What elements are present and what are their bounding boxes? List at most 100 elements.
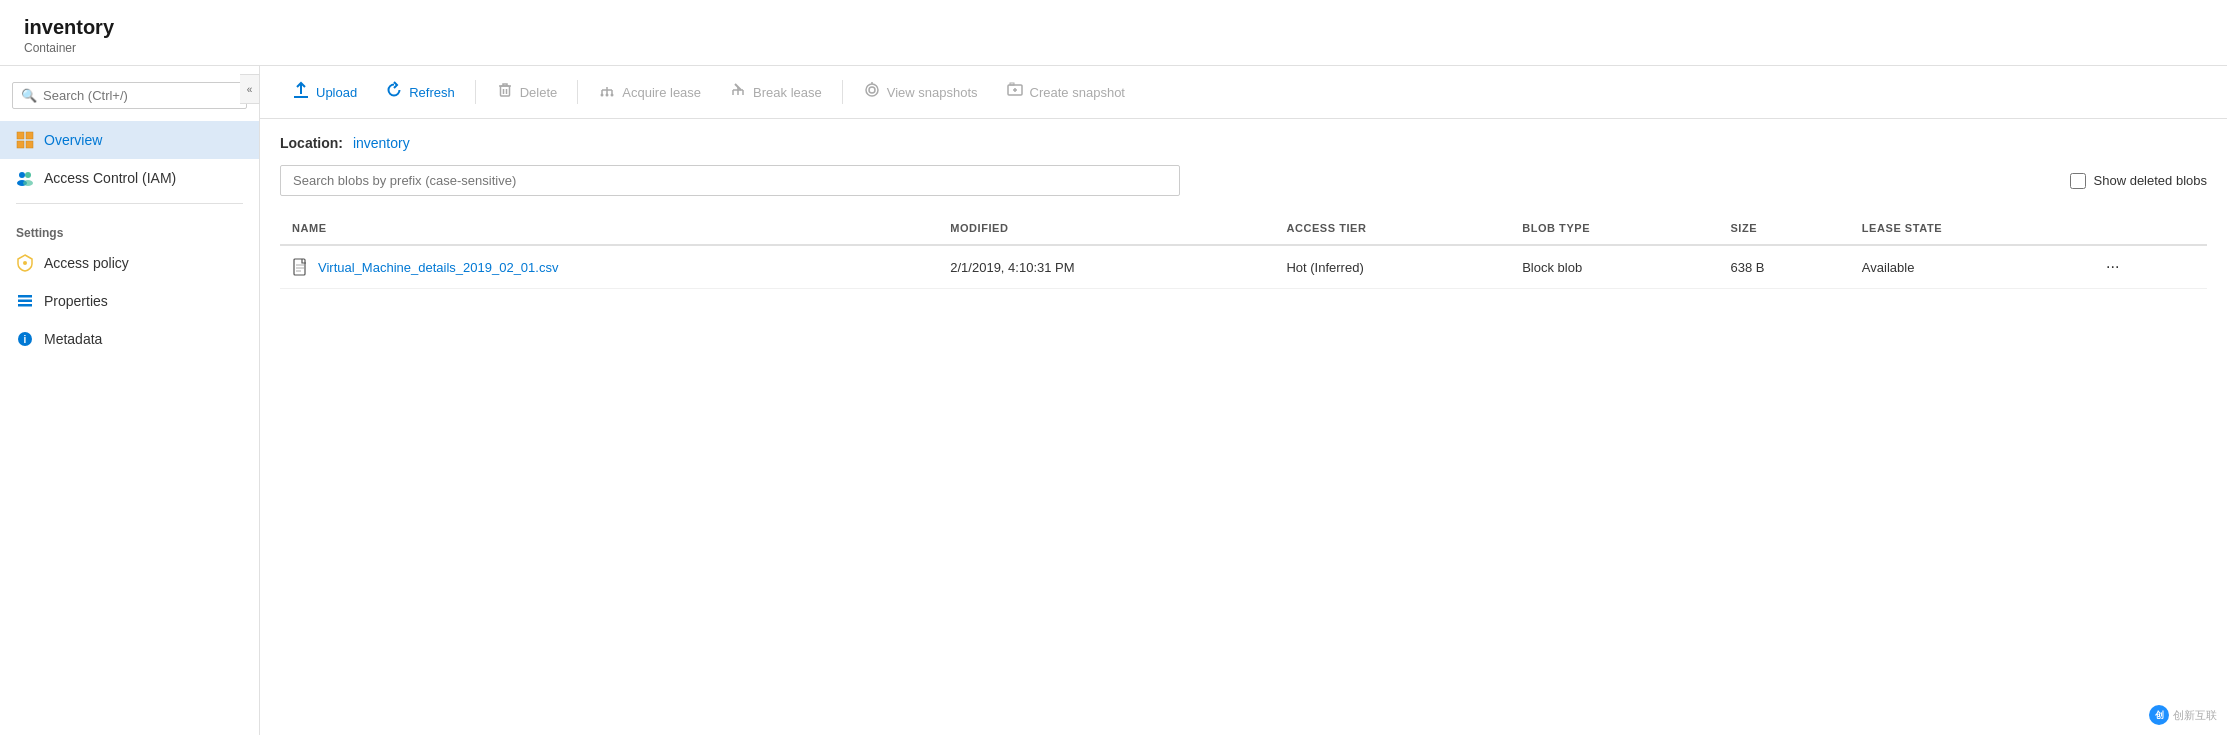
col-modified: MODIFIED xyxy=(938,212,1274,245)
sidebar-item-overview[interactable]: Overview xyxy=(0,121,259,159)
blob-file-icon xyxy=(292,258,310,276)
upload-icon xyxy=(292,81,310,103)
sidebar-item-iam-label: Access Control (IAM) xyxy=(44,170,176,186)
blob-name-link[interactable]: Virtual_Machine_details_2019_02_01.csv xyxy=(292,258,926,276)
location-value: inventory xyxy=(353,135,410,151)
main-layout: 🔍 Overview xyxy=(0,66,2227,735)
sidebar-item-access-policy-label: Access policy xyxy=(44,255,129,271)
page-title: inventory xyxy=(24,16,2203,39)
svg-point-8 xyxy=(23,261,27,265)
watermark-text: 创新互联 xyxy=(2173,708,2217,723)
svg-rect-0 xyxy=(17,132,24,139)
overview-icon xyxy=(16,131,34,149)
svg-rect-29 xyxy=(294,259,305,275)
svg-point-19 xyxy=(611,94,614,97)
content-body: Location: inventory Show deleted blobs N… xyxy=(260,119,2227,735)
row-more-button[interactable]: ··· xyxy=(2098,256,2127,278)
break-lease-icon xyxy=(729,81,747,103)
create-snapshot-icon xyxy=(1006,81,1024,103)
col-actions xyxy=(2086,212,2207,245)
sidebar-collapse-button[interactable]: « xyxy=(240,74,260,104)
cell-blob-type: Block blob xyxy=(1510,245,1718,289)
cell-size: 638 B xyxy=(1718,245,1849,289)
upload-label: Upload xyxy=(316,85,357,100)
table-header: NAME MODIFIED ACCESS TIER BLOB TYPE SIZE… xyxy=(280,212,2207,245)
delete-icon xyxy=(496,81,514,103)
create-snapshot-label: Create snapshot xyxy=(1030,85,1125,100)
svg-point-7 xyxy=(23,180,33,186)
upload-button[interactable]: Upload xyxy=(280,74,369,110)
properties-icon xyxy=(16,292,34,310)
sidebar-item-properties[interactable]: Properties xyxy=(0,282,259,320)
acquire-lease-button[interactable]: Acquire lease xyxy=(586,74,713,110)
col-blob-type: BLOB TYPE xyxy=(1510,212,1718,245)
sidebar-search-input[interactable] xyxy=(43,88,238,103)
delete-button[interactable]: Delete xyxy=(484,74,570,110)
sidebar-divider xyxy=(16,203,243,204)
svg-rect-9 xyxy=(18,295,32,298)
col-access-tier: ACCESS TIER xyxy=(1274,212,1510,245)
blobs-tbody: Virtual_Machine_details_2019_02_01.csv 2… xyxy=(280,245,2207,289)
cell-modified: 2/1/2019, 4:10:31 PM xyxy=(938,245,1274,289)
search-row: Show deleted blobs xyxy=(280,165,2207,196)
svg-rect-1 xyxy=(26,132,33,139)
toolbar-divider-1 xyxy=(475,80,476,104)
svg-point-20 xyxy=(606,94,609,97)
svg-text:i: i xyxy=(24,334,27,345)
show-deleted-container: Show deleted blobs xyxy=(2070,173,2207,189)
svg-rect-11 xyxy=(18,304,32,307)
delete-label: Delete xyxy=(520,85,558,100)
sidebar-item-overview-label: Overview xyxy=(44,132,102,148)
svg-rect-2 xyxy=(17,141,24,148)
blob-search-input[interactable] xyxy=(280,165,1180,196)
svg-point-4 xyxy=(19,172,25,178)
cell-name[interactable]: Virtual_Machine_details_2019_02_01.csv xyxy=(280,245,938,289)
svg-point-23 xyxy=(869,87,875,93)
svg-point-5 xyxy=(25,172,31,178)
toolbar-divider-3 xyxy=(842,80,843,104)
sidebar-search-box[interactable]: 🔍 xyxy=(12,82,247,109)
sidebar-item-access-policy[interactable]: Access policy xyxy=(0,244,259,282)
content-area: Upload Refresh xyxy=(260,66,2227,735)
break-lease-label: Break lease xyxy=(753,85,822,100)
sidebar-item-metadata-label: Metadata xyxy=(44,331,102,347)
col-size: SIZE xyxy=(1718,212,1849,245)
svg-rect-26 xyxy=(1010,83,1014,85)
view-snapshots-label: View snapshots xyxy=(887,85,978,100)
refresh-label: Refresh xyxy=(409,85,455,100)
sidebar-item-metadata[interactable]: i Metadata xyxy=(0,320,259,358)
sidebar-item-properties-label: Properties xyxy=(44,293,108,309)
view-snapshots-button[interactable]: View snapshots xyxy=(851,74,990,110)
cell-more[interactable]: ··· xyxy=(2086,245,2207,289)
svg-rect-15 xyxy=(500,86,509,96)
page-subtitle: Container xyxy=(24,41,2203,55)
col-name: NAME xyxy=(280,212,938,245)
sidebar-item-iam[interactable]: Access Control (IAM) xyxy=(0,159,259,197)
break-lease-button[interactable]: Break lease xyxy=(717,74,834,110)
toolbar-divider-2 xyxy=(577,80,578,104)
watermark: 创 创新互联 xyxy=(2149,705,2217,725)
svg-point-22 xyxy=(866,84,878,96)
settings-section-title: Settings xyxy=(0,210,259,244)
access-policy-icon xyxy=(16,254,34,272)
show-deleted-label: Show deleted blobs xyxy=(2094,173,2207,188)
svg-point-18 xyxy=(601,94,604,97)
blob-name-text: Virtual_Machine_details_2019_02_01.csv xyxy=(318,260,558,275)
metadata-icon: i xyxy=(16,330,34,348)
svg-rect-10 xyxy=(18,300,32,303)
iam-icon xyxy=(16,169,34,187)
table-row: Virtual_Machine_details_2019_02_01.csv 2… xyxy=(280,245,2207,289)
view-snapshots-icon xyxy=(863,81,881,103)
show-deleted-checkbox[interactable] xyxy=(2070,173,2086,189)
col-lease-state: LEASE STATE xyxy=(1850,212,2086,245)
watermark-logo: 创 xyxy=(2149,705,2169,725)
page-header: inventory Container xyxy=(0,0,2227,66)
location-bar: Location: inventory xyxy=(280,135,2207,151)
location-label: Location: xyxy=(280,135,343,151)
sidebar: 🔍 Overview xyxy=(0,66,260,735)
refresh-button[interactable]: Refresh xyxy=(373,74,467,110)
sidebar-search-icon: 🔍 xyxy=(21,88,37,103)
cell-lease-state: Available xyxy=(1850,245,2086,289)
create-snapshot-button[interactable]: Create snapshot xyxy=(994,74,1137,110)
svg-rect-3 xyxy=(26,141,33,148)
